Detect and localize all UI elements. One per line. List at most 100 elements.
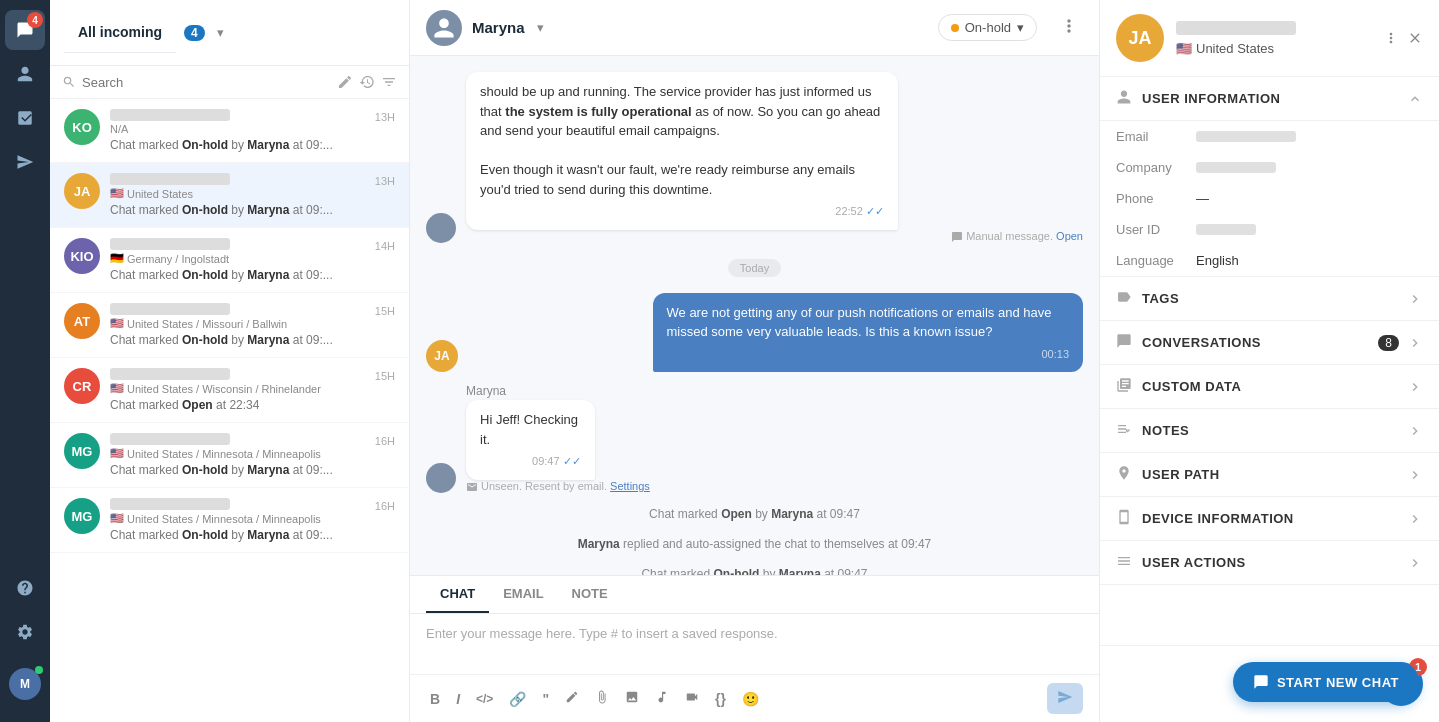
bold-button[interactable]: B [426,687,444,711]
tags-title: TAGS [1142,291,1407,306]
edit-button[interactable] [561,686,583,711]
code-button[interactable]: </> [472,688,497,710]
nav-icon-contacts[interactable] [5,54,45,94]
emoji-button[interactable]: 🙂 [738,687,763,711]
online-indicator [35,666,43,674]
compose-icon[interactable] [337,74,353,90]
message-content: should be up and running. The service pr… [466,72,1083,243]
chevron-right-icon [1407,335,1423,351]
chevron-right-icon [1407,555,1423,571]
conversation-time: 15H [375,370,395,382]
tab-note[interactable]: NOTE [558,576,622,613]
open-link[interactable]: Open [1056,230,1083,242]
nav-icon-reports[interactable] [5,98,45,138]
conversation-status: Chat marked On-hold by Maryna at 09:... [110,268,365,282]
more-icon[interactable] [1383,30,1399,46]
conversation-item[interactable]: CR 🇺🇸 United States / Wisconsin / Rhinel… [50,358,409,423]
message-text: Hi Jeff! Checking it. [480,412,578,447]
contact-info: 🇺🇸 United States [1176,21,1371,56]
settings-link[interactable]: Settings [610,480,650,492]
status-button[interactable]: On-hold ▾ [938,14,1037,41]
nav-user-avatar[interactable]: M [5,664,45,704]
language-value: English [1196,253,1423,268]
chevron-right-icon [1407,379,1423,395]
history-icon[interactable] [359,74,375,90]
conversation-item[interactable]: MG 🇺🇸 United States / Minnesota / Minnea… [50,423,409,488]
user-info-title: USER INFORMATION [1142,91,1407,106]
more-options-button[interactable] [1055,12,1083,43]
attachment-button[interactable] [591,686,613,711]
agent-avatar [426,463,456,493]
conversation-status: Chat marked Open at 22:34 [110,398,365,412]
notes-section-header[interactable]: NOTES [1100,409,1439,453]
tags-section-header[interactable]: TAGS [1100,277,1439,321]
code-block-button[interactable]: {} [711,687,730,711]
conversations-badge: 8 [1378,335,1399,351]
search-bar [50,66,409,99]
audio-button[interactable] [651,686,673,711]
message-content: Maryna Hi Jeff! Checking it. 09:47 ✓✓ Un… [466,384,650,493]
message-bubble: should be up and running. The service pr… [466,72,898,230]
conversation-body: N/A Chat marked On-hold by Maryna at 09:… [110,109,365,152]
device-info-section-header[interactable]: DEVICE INFORMATION [1100,497,1439,541]
phone-label: Phone [1116,191,1196,206]
custom-data-section-header[interactable]: CUSTOM DATA [1100,365,1439,409]
image-button[interactable] [621,686,643,711]
nav-icon-help[interactable] [5,568,45,608]
day-label: Today [728,259,781,277]
search-input[interactable] [82,75,331,90]
quote-button[interactable]: " [538,687,553,711]
contact-name-placeholder [110,173,230,185]
conversation-item[interactable]: KIO 🇩🇪 Germany / Ingolstadt Chat marked … [50,228,409,293]
message-text: should be up and running. The service pr… [480,84,880,197]
language-row: Language English [1100,245,1439,276]
chevron-right-icon [1407,467,1423,483]
conversations-title: CONVERSATIONS [1142,335,1378,350]
email-row: Email [1100,121,1439,152]
email-label: Email [1116,129,1196,144]
flag-icon: 🇺🇸 [110,447,124,460]
nav-icon-send[interactable] [5,142,45,182]
chat-badge: 4 [27,12,43,28]
read-check-icon: ✓✓ [563,455,581,467]
compose-input[interactable]: Enter your message here. Type # to inser… [410,614,1099,674]
tab-chat[interactable]: CHAT [426,576,489,613]
filter-icon[interactable] [381,74,397,90]
start-new-chat-button[interactable]: START NEW CHAT [1233,662,1419,702]
conversation-item[interactable]: MG 🇺🇸 United States / Minnesota / Minnea… [50,488,409,553]
link-button[interactable]: 🔗 [505,687,530,711]
compose-tabs: CHAT EMAIL NOTE [410,576,1099,614]
conversations-section-header[interactable]: CONVERSATIONS 8 [1100,321,1439,365]
flag-icon: 🇺🇸 [110,187,124,200]
nav-icon-chat[interactable]: 4 [5,10,45,50]
video-button[interactable] [681,686,703,711]
tab-email[interactable]: EMAIL [489,576,557,613]
chat-name-dropdown[interactable]: ▾ [537,20,544,35]
agent-avatar [426,213,456,243]
conversation-body: 🇺🇸 United States / Missouri / Ballwin Ch… [110,303,365,347]
flag-icon: 🇺🇸 [1176,41,1192,56]
close-icon[interactable] [1407,30,1423,46]
conversation-item[interactable]: AT 🇺🇸 United States / Missouri / Ballwin… [50,293,409,358]
activity-log: Chat marked Open by Maryna at 09:47 [426,505,1083,523]
new-chat-icon [1253,674,1269,690]
user-actions-section-header[interactable]: USER ACTIONS [1100,541,1439,585]
email-value [1196,131,1423,142]
message-icon [951,231,963,243]
inbox-dropdown-arrow[interactable]: ▾ [217,25,224,40]
user-info-section-header[interactable]: USER INFORMATION [1100,77,1439,121]
contact-location: 🇺🇸 United States / Minnesota / Minneapol… [110,447,365,460]
contact-name-placeholder [110,238,230,250]
send-button[interactable] [1047,683,1083,714]
conversation-item[interactable]: KO N/A Chat marked On-hold by Maryna at … [50,99,409,163]
italic-button[interactable]: I [452,687,464,711]
user-path-section-header[interactable]: USER PATH [1100,453,1439,497]
tags-icon [1116,289,1132,308]
contact-location: 🇺🇸 United States [110,187,365,200]
nav-icon-settings[interactable] [5,612,45,652]
conversation-avatar: MG [64,498,100,534]
contact-name-placeholder [110,368,230,380]
section-collapse-icon [1407,91,1423,107]
conversation-time: 16H [375,435,395,447]
conversation-item[interactable]: JA 🇺🇸 United States Chat marked On-hold … [50,163,409,228]
